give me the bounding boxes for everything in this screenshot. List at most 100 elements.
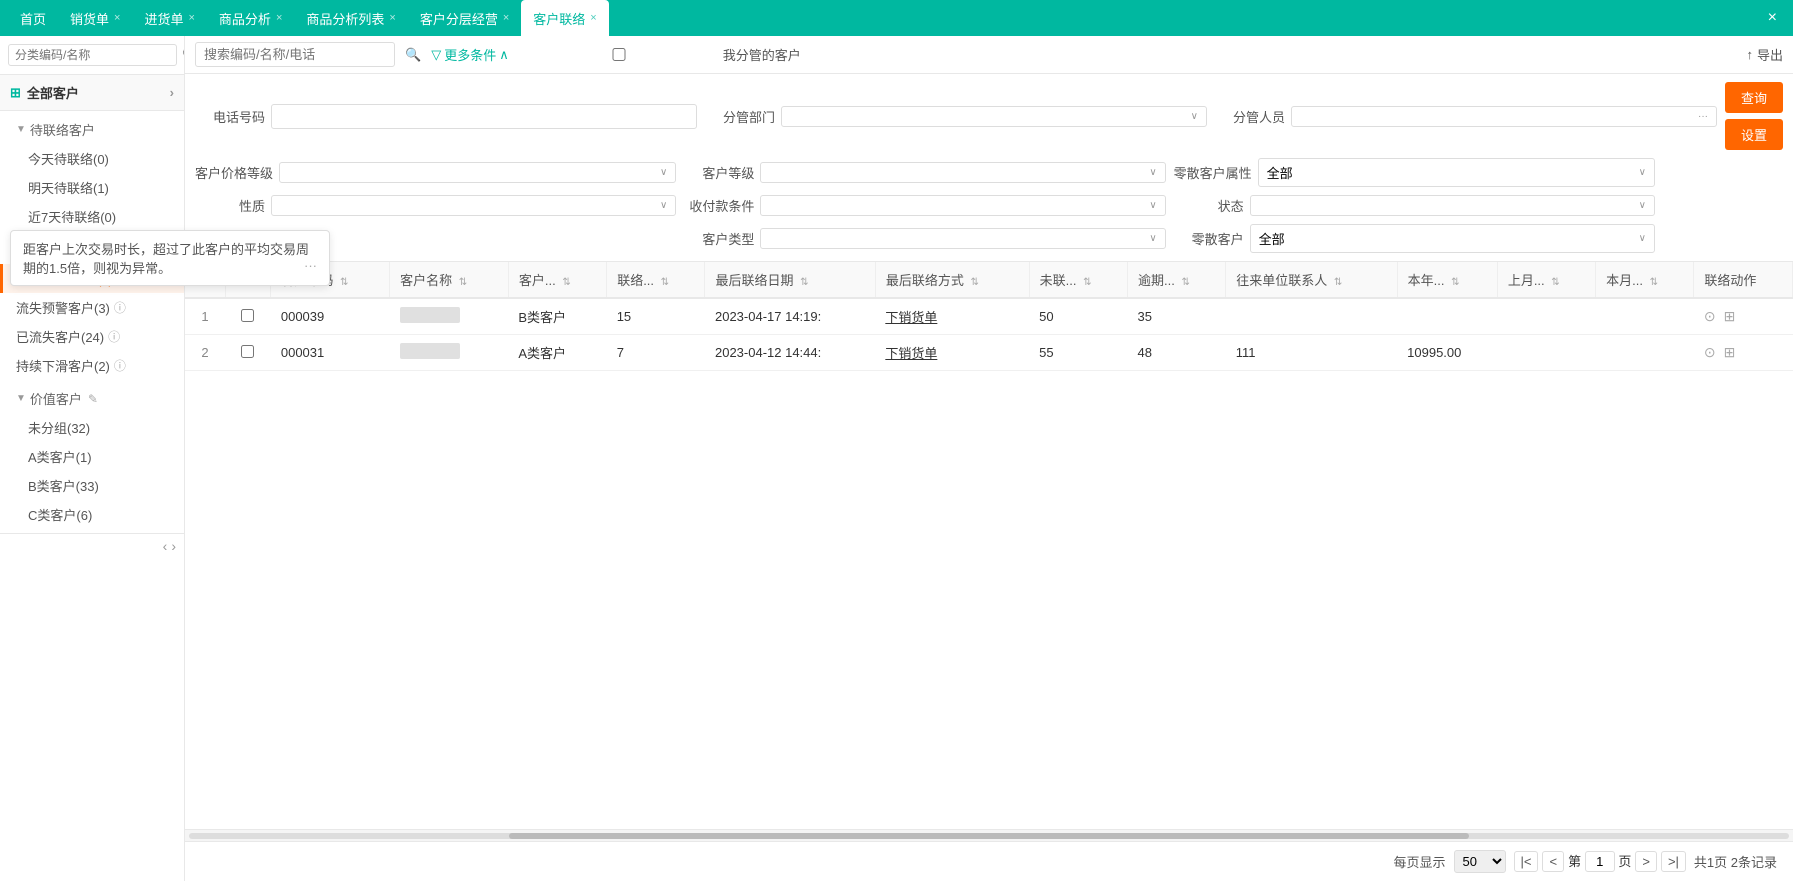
nav-sales-order-close[interactable]: × — [114, 12, 120, 24]
sidebar-item-churned[interactable]: 已流失客户(24) ⓘ — [0, 322, 184, 351]
col-contact[interactable]: 联络... ⇅ — [607, 262, 705, 298]
sidebar-item-churn-warning[interactable]: 流失预警客户(3) ⓘ — [0, 293, 184, 322]
col-not-contact[interactable]: 未联... ⇅ — [1029, 262, 1127, 298]
nav-customer-segments[interactable]: 客户分层经营 × — [408, 0, 521, 36]
filter-retail-customer: 零散客户 全部 ∨ — [1174, 224, 1655, 253]
collapse-icon[interactable]: › — [170, 85, 174, 100]
my-customers-check[interactable] — [519, 48, 719, 61]
nav-product-analysis-close[interactable]: × — [276, 12, 282, 24]
next-page-button[interactable]: > — [1635, 851, 1657, 872]
sort-icon-contact: ⇅ — [661, 277, 669, 288]
nav-product-analysis-list[interactable]: 商品分析列表 × — [294, 0, 407, 36]
sidebar-nav-left[interactable]: ‹ — [163, 538, 168, 554]
cell-action: ⊙ ⊞ — [1694, 298, 1793, 335]
nav-home[interactable]: 首页 — [8, 0, 58, 36]
cell-name — [390, 298, 509, 335]
chevron-down-icon-2: ··· — [1698, 111, 1708, 122]
edit-icon[interactable]: ✎ — [88, 392, 98, 406]
nav-customer-contact-close[interactable]: × — [590, 12, 596, 24]
price-level-select[interactable]: ∨ — [279, 162, 676, 183]
col-name[interactable]: 客户名称 ⇅ — [390, 262, 509, 298]
cell-checkbox[interactable] — [225, 335, 271, 371]
prev-page-button[interactable]: < — [1542, 851, 1564, 872]
more-filters-button[interactable]: ▽ 更多条件 ∧ — [431, 45, 509, 64]
action-link-icon[interactable]: ⊙ — [1704, 344, 1716, 361]
search-button[interactable]: 🔍 — [405, 47, 421, 63]
nav-sales-order[interactable]: 销货单 × — [58, 0, 132, 36]
col-last-contact-date[interactable]: 最后联络日期 ⇅ — [705, 262, 875, 298]
nav-purchase-order-close[interactable]: × — [188, 12, 194, 24]
col-this-year[interactable]: 本年... ⇅ — [1397, 262, 1497, 298]
tooltip-more[interactable]: ··· — [304, 258, 317, 273]
cell-this-year: 10995.00 — [1397, 335, 1497, 371]
gender-select[interactable]: ∨ — [271, 195, 676, 216]
value-customers-header[interactable]: ▼ 价值客户 ✎ — [0, 384, 184, 413]
action-more-icon[interactable]: ⊞ — [1724, 344, 1736, 361]
manager-select[interactable]: ··· — [1291, 106, 1717, 127]
sidebar-item-declining[interactable]: 持续下滑客户(2) ⓘ — [0, 351, 184, 380]
export-button[interactable]: ↑ 导出 — [1746, 45, 1783, 64]
filter-price-level: 客户价格等级 ∨ — [195, 162, 676, 183]
customer-type-select[interactable]: ∨ — [760, 228, 1165, 249]
action-link-icon[interactable]: ⊙ — [1704, 308, 1716, 325]
col-last-contact-method[interactable]: 最后联络方式 ⇅ — [875, 262, 1029, 298]
chevron-down-icon-4: ∨ — [1149, 167, 1156, 178]
horizontal-scrollbar[interactable] — [185, 829, 1793, 841]
sidebar-search-input[interactable] — [8, 44, 177, 66]
sort-icon-last-month: ⇅ — [1551, 277, 1559, 288]
retail-attr-select[interactable]: 全部 ∨ — [1258, 158, 1655, 187]
sort-icon-last-date: ⇅ — [800, 277, 808, 288]
cell-checkbox[interactable] — [225, 298, 271, 335]
scrollbar-thumb[interactable] — [509, 833, 1469, 839]
nav-product-analysis-list-close[interactable]: × — [389, 12, 395, 24]
per-page-select[interactable]: 50 100 — [1454, 850, 1506, 873]
filter-row-2: 客户价格等级 ∨ 客户等级 ∨ 零散客户属性 全部 ∨ — [195, 158, 1783, 187]
nav-purchase-order[interactable]: 进货单 × — [132, 0, 206, 36]
nav-customer-contact[interactable]: 客户联络 × — [521, 0, 608, 36]
last-page-button[interactable]: >| — [1661, 851, 1686, 872]
col-last-month[interactable]: 上月... ⇅ — [1497, 262, 1595, 298]
query-button[interactable]: 查询 — [1725, 82, 1783, 113]
window-close-button[interactable]: × — [1760, 9, 1785, 27]
dept-select[interactable]: ∨ — [781, 106, 1207, 127]
sidebar-nav-right[interactable]: › — [171, 538, 176, 554]
sidebar-item-7days[interactable]: 近7天待联络(0) — [0, 202, 184, 231]
retail-customer-select[interactable]: 全部 ∨ — [1250, 224, 1655, 253]
settings-button[interactable]: 设置 — [1725, 119, 1783, 150]
chevron-down-icon-3: ∨ — [660, 167, 667, 178]
sidebar-item-tomorrow[interactable]: 明天待联络(1) — [0, 173, 184, 202]
phone-input[interactable] — [271, 104, 697, 129]
nav-product-analysis[interactable]: 商品分析 × — [207, 0, 294, 36]
sidebar-item-unclassified[interactable]: 未分组(32) — [0, 413, 184, 442]
cell-last-contact-date: 2023-04-17 14:19: — [705, 298, 875, 335]
cell-last-contact-method[interactable]: 下销货单 — [875, 298, 1029, 335]
action-buttons: 查询 设置 — [1725, 82, 1783, 150]
col-overdue[interactable]: 逾期... ⇅ — [1127, 262, 1225, 298]
arrow-down-icon-value: ▼ — [16, 393, 26, 404]
first-page-button[interactable]: |< — [1514, 851, 1539, 872]
nav-customer-segments-close[interactable]: × — [503, 12, 509, 24]
col-category[interactable]: 客户... ⇅ — [508, 262, 606, 298]
cell-category: A类客户 — [508, 335, 606, 371]
scrollbar-track[interactable] — [189, 833, 1789, 839]
col-this-month[interactable]: 本月... ⇅ — [1596, 262, 1694, 298]
all-customers-header[interactable]: ⊞ 全部客户 › — [0, 75, 184, 111]
col-contacts[interactable]: 往来单位联系人 ⇅ — [1226, 262, 1397, 298]
filter-gender: 性质 ∨ — [195, 195, 676, 216]
cell-last-contact-method[interactable]: 下销货单 — [875, 335, 1029, 371]
page-number-input[interactable] — [1585, 851, 1615, 872]
my-customers-checkbox[interactable]: 我分管的客户 — [519, 45, 801, 64]
main-layout: 🔍 ⊞ 全部客户 › ▼ 待联络客户 今天待联络(0) 明天待联络(1) 近7天… — [0, 36, 1793, 881]
search-input[interactable] — [195, 42, 395, 67]
pending-contact-header[interactable]: ▼ 待联络客户 — [0, 115, 184, 144]
sidebar-item-class-a[interactable]: A类客户(1) — [0, 442, 184, 471]
status-select[interactable]: ∨ — [1250, 195, 1655, 216]
customer-level-select[interactable]: ∨ — [760, 162, 1165, 183]
payment-select[interactable]: ∨ — [760, 195, 1165, 216]
sidebar-item-class-b[interactable]: B类客户(33) — [0, 471, 184, 500]
action-more-icon[interactable]: ⊞ — [1724, 308, 1736, 325]
chevron-down-icon-7: ∨ — [1149, 200, 1156, 211]
cell-index: 2 — [185, 335, 225, 371]
sidebar-item-class-c[interactable]: C类客户(6) — [0, 500, 184, 529]
sidebar-item-today[interactable]: 今天待联络(0) — [0, 144, 184, 173]
